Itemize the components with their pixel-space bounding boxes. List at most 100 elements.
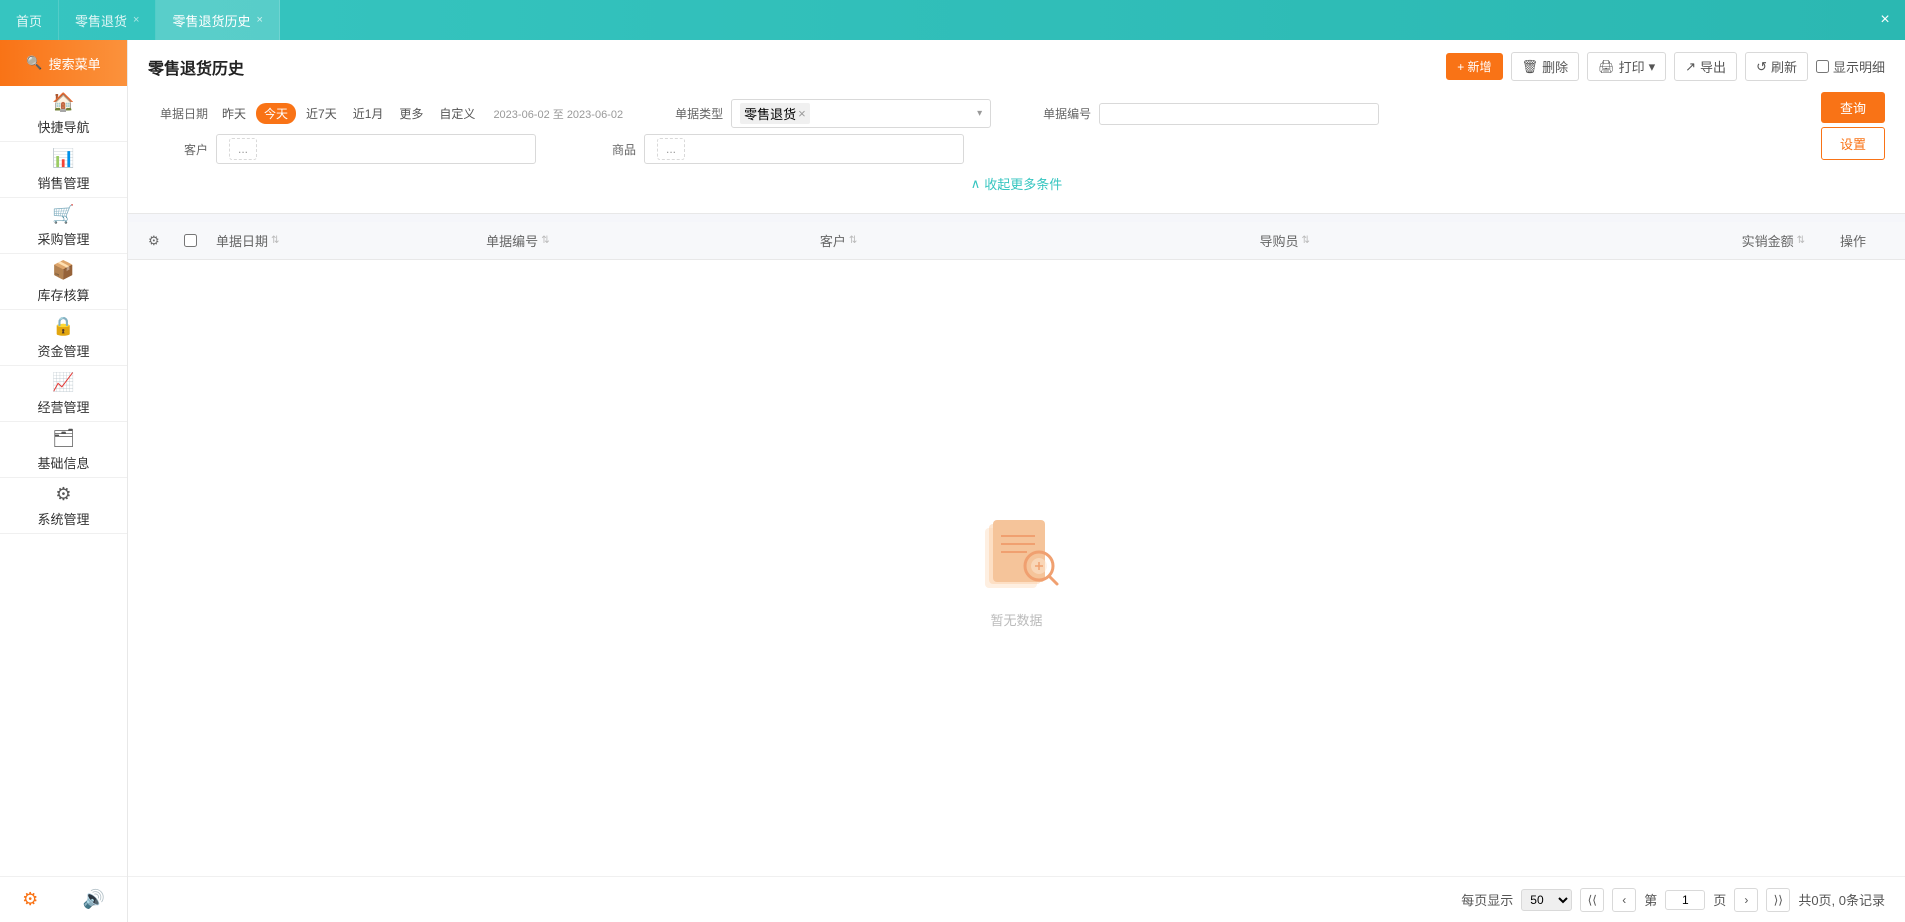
sales-icon: 📊	[52, 148, 74, 169]
sidebar-item-basic-info[interactable]: 🗂 基础信息	[0, 422, 127, 478]
sidebar-item-inventory[interactable]: 📦 库存核算	[0, 254, 127, 310]
sidebar-item-system[interactable]: ⚙ 系统管理	[0, 478, 127, 534]
per-page-select[interactable]: 50 100 200	[1521, 889, 1572, 911]
tab-retail-return[interactable]: 零售退货 ×	[59, 0, 156, 40]
sidebar-item-basic-info-label: 基础信息	[37, 453, 89, 472]
select-all-checkbox[interactable]	[184, 234, 197, 247]
content-area: 零售退货历史 + 新增 🗑 删除 🖨 打印 ▾ ↗ 导出	[128, 40, 1905, 922]
window-close-button[interactable]: ×	[1865, 0, 1905, 40]
table-header: ⚙ 单据日期 ⇅ 单据编号 ⇅ 客户 ⇅ 导购员	[128, 222, 1905, 260]
display-toggle[interactable]: 显示明细	[1816, 57, 1885, 76]
goods-ellipsis[interactable]: ...	[657, 138, 685, 160]
amount-sort-icon: ⇅	[1797, 235, 1805, 246]
operations-icon: 📈	[52, 372, 74, 393]
th-guide[interactable]: 导购员 ⇅	[1251, 231, 1585, 250]
date-filter-label: 单据日期	[148, 105, 216, 122]
filter-row-1: 单据日期 昨天 今天 近7天 近1月 更多 自定义 2023-06-02 至 2…	[148, 99, 1885, 128]
th-check[interactable]	[176, 234, 208, 247]
table-body: 暂无数据	[128, 260, 1905, 876]
sidebar-item-purchase[interactable]: 🛒 采购管理	[0, 198, 127, 254]
page-number-input[interactable]	[1665, 890, 1705, 910]
filter-settings-button[interactable]: 设置	[1821, 127, 1885, 160]
page-label: 第	[1644, 890, 1657, 909]
bill-number-input[interactable]	[1099, 103, 1379, 125]
refresh-icon: ↺	[1756, 59, 1767, 75]
tab-list: 首页 零售退货 × 零售退货历史 ×	[0, 0, 1865, 40]
sidebar-item-operations[interactable]: 📈 经营管理	[0, 366, 127, 422]
settings-footer-icon[interactable]: ⚙	[22, 889, 38, 910]
th-customer[interactable]: 客户 ⇅	[812, 231, 1252, 250]
date-opt-last7[interactable]: 近7天	[300, 103, 343, 124]
goods-filter-label: 商品	[576, 141, 644, 158]
th-bill-label: 单据编号	[486, 231, 538, 250]
tab-home[interactable]: 首页	[0, 0, 59, 40]
tab-home-label: 首页	[16, 11, 42, 30]
quick-nav-icon: 🏠	[52, 92, 74, 113]
next-page-button[interactable]: ›	[1734, 888, 1758, 912]
query-button[interactable]: 查询	[1821, 92, 1885, 123]
date-opt-custom[interactable]: 自定义	[433, 103, 481, 124]
export-label: 导出	[1700, 57, 1726, 76]
print-button[interactable]: 🖨 打印 ▾	[1587, 52, 1666, 81]
delete-icon: 🗑	[1522, 59, 1539, 75]
finance-icon: 🔒	[52, 316, 74, 337]
th-date[interactable]: 单据日期 ⇅	[208, 231, 478, 250]
collapse-up-icon: ∧	[971, 176, 981, 192]
last-page-button[interactable]: ⟩⟩	[1766, 888, 1790, 912]
refresh-button[interactable]: ↺ 刷新	[1745, 52, 1808, 81]
sidebar-item-finance[interactable]: 🔒 资金管理	[0, 310, 127, 366]
sidebar-footer: ⚙ 🔊	[0, 876, 127, 922]
sidebar-item-quick-nav[interactable]: 🏠 快捷导航	[0, 86, 127, 142]
page-title-row: 零售退货历史 + 新增 🗑 删除 🖨 打印 ▾ ↗ 导出	[148, 52, 1885, 81]
sidebar: 🔍 搜索菜单 🏠 快捷导航 📊 销售管理 🛒 采购管理 📦 库存核算 🔒	[0, 40, 128, 922]
empty-text: 暂无数据	[990, 610, 1042, 629]
first-page-button[interactable]: ⟨⟨	[1580, 888, 1604, 912]
sidebar-menu: 🏠 快捷导航 📊 销售管理 🛒 采购管理 📦 库存核算 🔒 资金管理 📈	[0, 86, 127, 876]
customer-ellipsis[interactable]: ...	[229, 138, 257, 160]
date-opt-today[interactable]: 今天	[256, 103, 296, 124]
date-opt-more[interactable]: 更多	[393, 103, 429, 124]
sidebar-item-system-label: 系统管理	[37, 509, 89, 528]
display-toggle-checkbox[interactable]	[1816, 60, 1829, 73]
delete-button[interactable]: 🗑 删除	[1511, 52, 1580, 81]
purchase-icon: 🛒	[52, 204, 74, 225]
date-opt-yesterday[interactable]: 昨天	[216, 103, 252, 124]
sidebar-item-sales[interactable]: 📊 销售管理	[0, 142, 127, 198]
bill-type-chevron-icon[interactable]: ▾	[977, 108, 982, 119]
tab-retail-return-history[interactable]: 零售退货历史 ×	[156, 0, 279, 40]
empty-state-illustration	[967, 508, 1067, 598]
bill-type-remove-icon[interactable]: ×	[798, 106, 806, 121]
refresh-label: 刷新	[1771, 57, 1797, 76]
export-button[interactable]: ↗ 导出	[1674, 52, 1737, 81]
basic-info-icon: 🗂	[52, 428, 75, 449]
th-settings[interactable]: ⚙	[140, 233, 176, 249]
th-amount[interactable]: 实销金额 ⇅	[1585, 231, 1813, 250]
goods-select[interactable]: ...	[644, 134, 964, 164]
bill-type-select[interactable]: 零售退货 × ▾	[731, 99, 991, 128]
sidebar-item-inventory-label: 库存核算	[37, 285, 89, 304]
customer-select[interactable]: ...	[216, 134, 536, 164]
filter-row-2: 客户 ... 商品 ...	[148, 134, 1885, 164]
print-label: 打印	[1619, 57, 1645, 76]
search-icon: 🔍	[26, 55, 42, 71]
audio-footer-icon[interactable]: 🔊	[82, 889, 104, 910]
bill-type-value: 零售退货	[744, 104, 796, 123]
close-retail-return-icon[interactable]: ×	[133, 14, 139, 26]
bill-type-filter-label: 单据类型	[663, 105, 731, 122]
sidebar-item-sales-label: 销售管理	[37, 173, 89, 192]
page-unit-label: 页	[1713, 890, 1726, 909]
main-layout: 🔍 搜索菜单 🏠 快捷导航 📊 销售管理 🛒 采购管理 📦 库存核算 🔒	[0, 40, 1905, 922]
close-retail-return-history-icon[interactable]: ×	[256, 14, 262, 26]
new-button[interactable]: + 新增	[1446, 53, 1502, 80]
collapse-label: 收起更多条件	[984, 174, 1062, 193]
sidebar-search[interactable]: 🔍 搜索菜单	[0, 40, 127, 86]
page-actions: + 新增 🗑 删除 🖨 打印 ▾ ↗ 导出 ↺	[1446, 52, 1885, 81]
column-settings-icon[interactable]: ⚙	[148, 233, 160, 249]
date-opt-last1m[interactable]: 近1月	[347, 103, 390, 124]
th-date-label: 单据日期	[216, 231, 268, 250]
sidebar-item-finance-label: 资金管理	[37, 341, 89, 360]
per-page-label: 每页显示	[1461, 890, 1513, 909]
collapse-button[interactable]: ∧ 收起更多条件	[959, 170, 1075, 197]
prev-page-button[interactable]: ‹	[1612, 888, 1636, 912]
th-bill[interactable]: 单据编号 ⇅	[478, 231, 812, 250]
